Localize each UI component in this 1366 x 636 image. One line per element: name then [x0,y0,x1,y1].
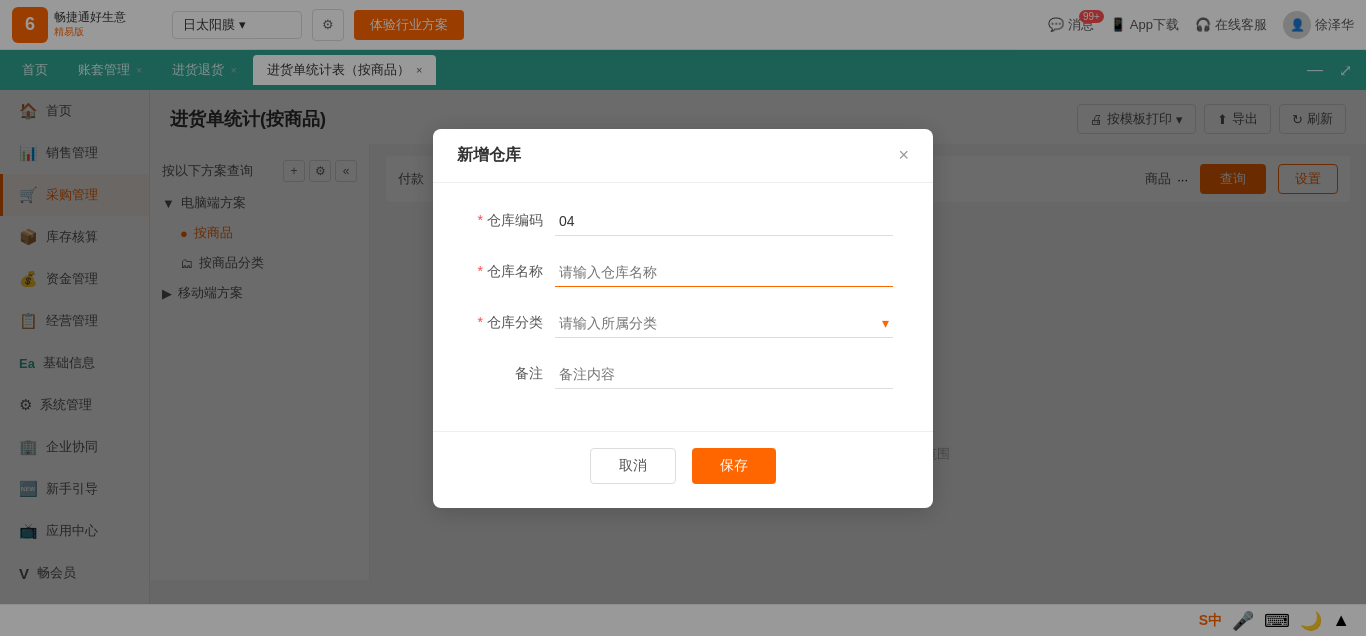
form-row-code: 仓库编码 [473,207,893,236]
save-button[interactable]: 保存 [692,448,776,484]
name-input[interactable] [555,258,893,287]
modal-title: 新增仓库 [457,145,521,166]
category-dropdown-icon: ▾ [882,315,889,331]
new-warehouse-modal: 新增仓库 × 仓库编码 仓库名称 仓库分类 [433,129,933,508]
notes-input[interactable] [555,360,893,389]
modal-header: 新增仓库 × [433,129,933,183]
category-label: 仓库分类 [473,314,543,332]
code-input[interactable] [555,207,893,236]
modal-footer: 取消 保存 [433,431,933,508]
name-label: 仓库名称 [473,263,543,281]
form-row-name: 仓库名称 [473,258,893,287]
form-row-notes: 备注 [473,360,893,389]
category-input[interactable] [559,315,882,331]
form-row-category: 仓库分类 ▾ [473,309,893,338]
notes-label: 备注 [473,365,543,383]
cancel-button[interactable]: 取消 [590,448,676,484]
modal-body: 仓库编码 仓库名称 仓库分类 ▾ 备注 [433,183,933,431]
modal-overlay[interactable]: 新增仓库 × 仓库编码 仓库名称 仓库分类 [0,0,1366,636]
code-label: 仓库编码 [473,212,543,230]
category-select-wrap[interactable]: ▾ [555,309,893,338]
modal-close-button[interactable]: × [898,145,909,166]
